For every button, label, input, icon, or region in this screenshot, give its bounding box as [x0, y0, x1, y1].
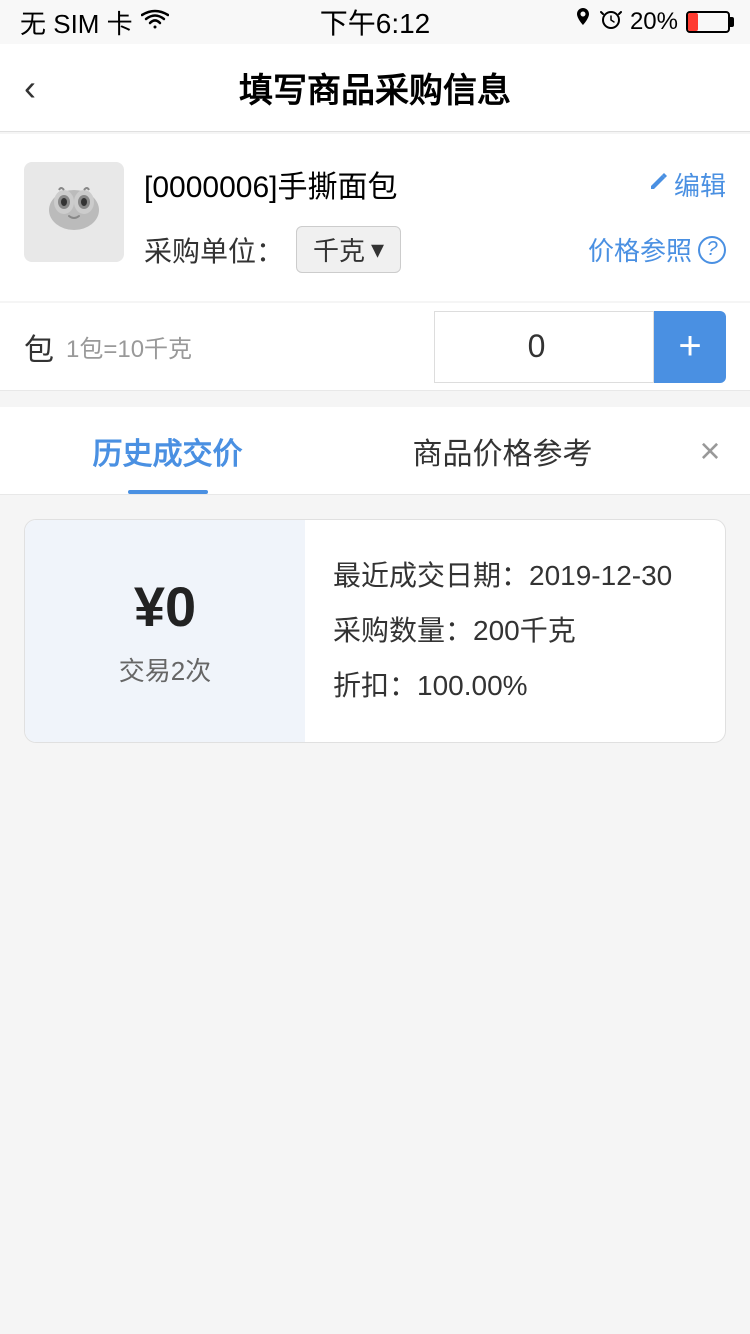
status-time: 下午6:12 [320, 2, 431, 42]
tab-active-underline [128, 490, 208, 494]
purchase-qty-label: 采购数量： [333, 615, 473, 646]
quantity-input[interactable] [434, 311, 654, 383]
product-image [24, 162, 124, 262]
quantity-plus-button[interactable]: + [654, 311, 726, 383]
dropdown-arrow-icon: ▾ [371, 234, 384, 265]
tabs-section: 历史成交价 商品价格参考 × [0, 407, 750, 495]
purchase-unit-row: 采购单位： 千克 ▾ 价格参照 ? [144, 226, 726, 273]
status-bar: 无 SIM 卡 下午6:12 20% [0, 0, 750, 44]
discount-value: 100.00% [417, 670, 528, 701]
battery-percent: 20% [630, 8, 678, 36]
purchase-qty-row: 采购数量：200千克 [333, 611, 697, 650]
location-icon [574, 8, 592, 37]
price-card-left: ¥0 交易2次 [25, 520, 305, 742]
status-left: 无 SIM 卡 [20, 4, 169, 41]
purchase-qty-value: 200千克 [473, 615, 576, 646]
quantity-unit-badge: 包 [24, 325, 54, 369]
recent-date-row: 最近成交日期：2019-12-30 [333, 556, 697, 595]
unit-selector-area: 采购单位： 千克 ▾ [144, 226, 401, 273]
price-transactions: 交易2次 [119, 651, 211, 688]
alarm-icon [600, 8, 622, 37]
quantity-section: 包 1包=10千克 + [0, 303, 750, 391]
quantity-conversion-text: 1包=10千克 [66, 329, 192, 364]
status-right: 20% [574, 8, 730, 37]
price-card-right: 最近成交日期：2019-12-30 采购数量：200千克 折扣：100.00% [305, 520, 725, 742]
history-price-card: ¥0 交易2次 最近成交日期：2019-12-30 采购数量：200千克 折扣：… [24, 519, 726, 743]
nav-bar: ‹ 填写商品采购信息 [0, 44, 750, 132]
unit-label: 采购单位： [144, 230, 284, 270]
unit-select-dropdown[interactable]: 千克 ▾ [296, 226, 401, 273]
battery-icon [686, 11, 730, 33]
edit-label: 编辑 [674, 166, 726, 203]
tab-product-price-ref[interactable]: 商品价格参考 [335, 407, 670, 494]
product-info: [0000006]手撕面包 编辑 采购单位： 千克 ▾ 价格参照 ? [144, 162, 726, 273]
page-title: 填写商品采购信息 [239, 63, 511, 112]
wifi-icon [141, 7, 169, 38]
discount-label: 折扣： [333, 670, 417, 701]
edit-icon [648, 170, 670, 199]
edit-button[interactable]: 编辑 [648, 166, 726, 203]
recent-date-label: 最近成交日期： [333, 560, 529, 591]
tab-history-price[interactable]: 历史成交价 [0, 407, 335, 494]
price-ref-info-icon: ? [698, 236, 726, 264]
content-area: ¥0 交易2次 最近成交日期：2019-12-30 采购数量：200千克 折扣：… [0, 495, 750, 1095]
product-name-row: [0000006]手撕面包 编辑 [144, 162, 726, 206]
product-thumbnail-icon [39, 172, 109, 253]
quantity-left: 包 1包=10千克 [24, 325, 192, 369]
discount-row: 折扣：100.00% [333, 666, 697, 705]
price-reference-button[interactable]: 价格参照 ? [588, 231, 726, 268]
tab-product-price-ref-label: 商品价格参考 [413, 429, 593, 473]
back-button[interactable]: ‹ [24, 67, 36, 109]
recent-date-value: 2019-12-30 [529, 560, 672, 591]
tab-close-button[interactable]: × [670, 407, 750, 495]
unit-value: 千克 [313, 231, 365, 268]
price-ref-label: 价格参照 [588, 231, 692, 268]
carrier-text: 无 SIM 卡 [20, 4, 133, 41]
tab-history-price-label: 历史成交价 [93, 429, 243, 473]
product-section: [0000006]手撕面包 编辑 采购单位： 千克 ▾ 价格参照 ? [0, 134, 750, 301]
product-name: [0000006]手撕面包 [144, 162, 397, 206]
price-amount: ¥0 [134, 574, 196, 639]
quantity-right: + [434, 311, 726, 383]
